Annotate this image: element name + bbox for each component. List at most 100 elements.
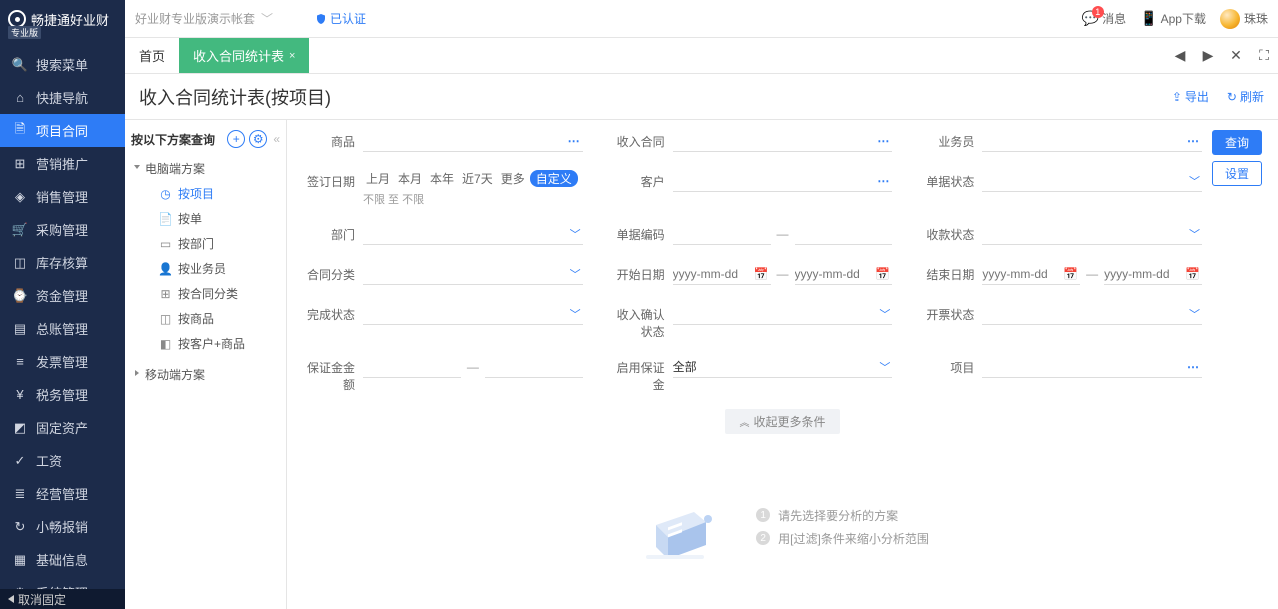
sidebar-item-14[interactable]: ↻小畅报销 [0, 510, 125, 543]
scheme-add-button[interactable]: + [227, 130, 245, 148]
sidebar-item-10[interactable]: ¥税务管理 [0, 378, 125, 411]
chevron-down-icon[interactable]: ﹀ [570, 266, 581, 282]
sidebar-item-11[interactable]: ◩固定资产 [0, 411, 125, 444]
page-title: 收入合同统计表(按项目) [139, 84, 331, 110]
start-date-from[interactable]: 📅 [673, 263, 771, 285]
tab-next[interactable]: ▶ [1194, 38, 1222, 73]
sidebar-item-6[interactable]: ◫库存核算 [0, 246, 125, 279]
end-date-to[interactable]: 📅 [1104, 263, 1202, 285]
start-date-to[interactable]: 📅 [795, 263, 893, 285]
sidebar-item-label: 税务管理 [36, 385, 88, 404]
scheme-item-0-2[interactable]: ▭按部门 [131, 231, 280, 256]
sidebar-item-1[interactable]: ⌂快捷导航 [0, 81, 125, 114]
sidebar-item-7[interactable]: ⌚资金管理 [0, 279, 125, 312]
lookup-icon[interactable]: ⋯ [1187, 360, 1200, 374]
sidebar-item-12[interactable]: ✓工资 [0, 444, 125, 477]
sidebar-item-8[interactable]: ▤ 总账管理 [0, 312, 125, 345]
scheme-item-0-4[interactable]: ⊞按合同分类 [131, 281, 280, 306]
topbar-user[interactable]: 珠珠 [1220, 9, 1268, 29]
lookup-icon[interactable]: ⋯ [877, 174, 890, 188]
scheme-item-0-0[interactable]: ◷按项目 [131, 181, 280, 206]
sidebar-item-4[interactable]: ◈销售管理 [0, 180, 125, 213]
sign-date-option-5[interactable]: 自定义 [530, 170, 578, 187]
sign-date-option-1[interactable]: 本月 [395, 170, 425, 187]
enable-deposit-select[interactable]: 全部﹀ [673, 356, 893, 378]
doc-status-select[interactable]: ﹀ [982, 170, 1202, 192]
sidebar-item-5[interactable]: 🛒采购管理 [0, 213, 125, 246]
calendar-icon[interactable]: 📅 [1063, 267, 1078, 281]
label-receipt-status: 收款状态 [922, 223, 982, 243]
scheme-item-0-1[interactable]: 📄按单 [131, 206, 280, 231]
chevron-down-icon[interactable]: ﹀ [879, 306, 890, 322]
sidebar-item-2[interactable]: 🗎项目合同 [0, 114, 125, 147]
dept-select[interactable]: ﹀ [363, 223, 583, 245]
sidebar-unpin[interactable]: 取消固定 [0, 589, 125, 609]
chevron-down-icon[interactable]: ﹀ [1189, 173, 1200, 189]
sidebar-item-icon: ≣ [12, 486, 28, 502]
calendar-icon[interactable]: 📅 [1185, 267, 1200, 281]
scheme-group-1[interactable]: 移动端方案 [131, 362, 280, 387]
scheme-group-0[interactable]: 电脑端方案 [131, 156, 280, 181]
customer-input[interactable]: ⋯ [673, 170, 893, 192]
end-date-from[interactable]: 📅 [982, 263, 1080, 285]
lookup-icon[interactable]: ⋯ [568, 134, 581, 148]
sidebar-item-16[interactable]: ⚙系统管理 [0, 576, 125, 589]
tab-prev[interactable]: ◀ [1166, 38, 1194, 73]
income-confirm-select[interactable]: ﹀ [673, 303, 893, 325]
chevron-down-icon[interactable]: ﹀ [570, 306, 581, 322]
sidebar-item-3[interactable]: ⊞营销推广 [0, 147, 125, 180]
calendar-icon[interactable]: 📅 [875, 267, 890, 281]
receipt-status-select[interactable]: ﹀ [982, 223, 1202, 245]
settings-button[interactable]: 设置 [1212, 161, 1262, 186]
sidebar-item-0[interactable]: 🔍搜索菜单 [0, 48, 125, 81]
project-input[interactable]: ⋯ [982, 356, 1202, 378]
sign-date-option-0[interactable]: 上月 [363, 170, 393, 187]
sidebar-item-label: 总账管理 [36, 319, 88, 338]
deposit-from[interactable] [363, 356, 461, 378]
panel-collapse-button[interactable]: « [273, 132, 280, 146]
fullscreen-icon[interactable]: ⛶ [1250, 38, 1278, 73]
export-button[interactable]: ⇪导出 [1172, 88, 1209, 105]
scheme-item-0-6[interactable]: ◧按客户+商品 [131, 331, 280, 356]
tab-0[interactable]: 首页 [125, 38, 179, 73]
account-dropdown[interactable]: 好业财专业版演示帐套 ﹀ [135, 10, 295, 27]
sign-date-option-3[interactable]: 近7天 [459, 170, 496, 187]
sidebar-item-13[interactable]: ≣经营管理 [0, 477, 125, 510]
scheme-item-0-3[interactable]: 👤按业务员 [131, 256, 280, 281]
contract-category-select[interactable]: ﹀ [363, 263, 583, 285]
chevron-down-icon[interactable]: ﹀ [570, 226, 581, 242]
chevron-down-icon[interactable]: ﹀ [879, 359, 890, 375]
sidebar-item-icon: ⌚ [12, 288, 28, 304]
search-button[interactable]: 查询 [1212, 130, 1262, 155]
doc-no-from[interactable] [673, 223, 771, 245]
label-dept: 部门 [303, 223, 363, 243]
topbar-messages[interactable]: 💬 消息 1 [1082, 10, 1126, 27]
finish-status-select[interactable]: ﹀ [363, 303, 583, 325]
tab-1[interactable]: 收入合同统计表× [179, 38, 309, 73]
topbar-download[interactable]: 📱 App下载 [1140, 10, 1206, 27]
sidebar-item-icon: ▤ [12, 321, 28, 337]
sidebar-item-9[interactable]: ≡发票管理 [0, 345, 125, 378]
chevron-down-icon[interactable]: ﹀ [1189, 226, 1200, 242]
tab-close-icon[interactable]: × [289, 50, 295, 62]
calendar-icon[interactable]: 📅 [754, 267, 769, 281]
triangle-left-icon [8, 595, 14, 603]
sign-date-option-4[interactable]: 更多 [498, 170, 528, 187]
doc-no-to[interactable] [795, 223, 893, 245]
deposit-to[interactable] [485, 356, 583, 378]
income-contract-input[interactable]: ⋯ [673, 130, 893, 152]
lookup-icon[interactable]: ⋯ [877, 134, 890, 148]
product-input[interactable]: ⋯ [363, 130, 583, 152]
scheme-settings-button[interactable]: ⚙ [249, 130, 267, 148]
scheme-item-0-5[interactable]: ◫按商品 [131, 306, 280, 331]
sidebar-item-15[interactable]: ▦基础信息 [0, 543, 125, 576]
chevron-down-icon[interactable]: ﹀ [1189, 306, 1200, 322]
salesman-input[interactable]: ⋯ [982, 130, 1202, 152]
lookup-icon[interactable]: ⋯ [1187, 134, 1200, 148]
tab-close-all[interactable]: ✕ [1222, 38, 1250, 73]
refresh-button[interactable]: ↻刷新 [1227, 88, 1264, 105]
sign-date-option-2[interactable]: 本年 [427, 170, 457, 187]
collapse-filters-button[interactable]: ︽ 收起更多条件 [725, 409, 839, 434]
invoice-status-select[interactable]: ﹀ [982, 303, 1202, 325]
sidebar-item-label: 基础信息 [36, 550, 88, 569]
